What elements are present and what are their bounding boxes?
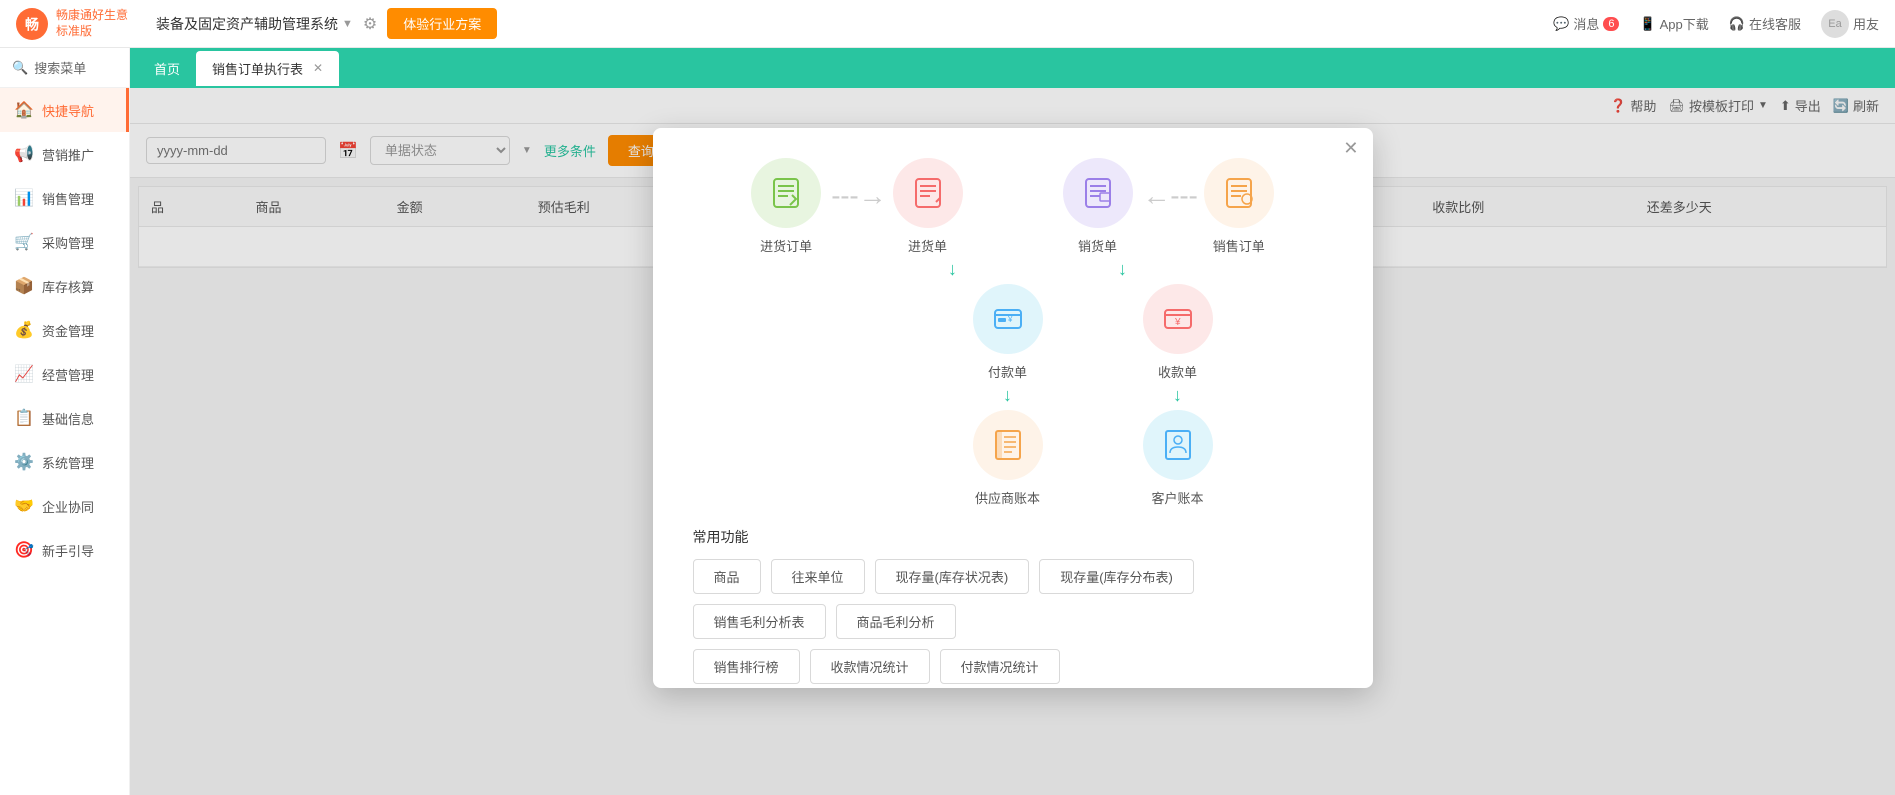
chart-icon: 📊: [14, 188, 34, 208]
settings-gear-icon[interactable]: ⚙: [363, 14, 377, 34]
system-dropdown[interactable]: 装备及固定资产辅助管理系统 ▼: [156, 14, 353, 34]
sale-bill-circle: [1063, 158, 1133, 228]
btn-payment-stats[interactable]: 付款情况统计: [940, 649, 1060, 684]
header-left: 畅 畅康通好生意 标准版 装备及固定资产辅助管理系统 ▼ ⚙ 体验行业方案: [16, 8, 497, 40]
logo-text: 畅康通好生意 标准版: [56, 8, 128, 39]
btn-product-profit-analysis[interactable]: 商品毛利分析: [836, 604, 956, 639]
purchase-bill-label: 进货单: [908, 236, 947, 255]
money-icon: 💰: [14, 320, 34, 340]
headset-icon: 🎧: [1729, 16, 1745, 32]
svg-text:¥: ¥: [1007, 315, 1013, 324]
btn-trading-partner[interactable]: 往来单位: [771, 559, 865, 594]
tab-home[interactable]: 首页: [138, 51, 196, 86]
search-menu[interactable]: 🔍 搜索菜单: [0, 48, 129, 88]
flow-node-purchase-order[interactable]: 进货订单: [751, 158, 821, 255]
modal-overlay: ✕ 进货订单: [130, 88, 1895, 795]
trend-icon: 📈: [14, 364, 34, 384]
purchase-order-circle: [751, 158, 821, 228]
sidebar-item-purchase[interactable]: 🛒 采购管理: [0, 220, 129, 264]
message-btn[interactable]: 💬 消息 6: [1553, 14, 1619, 33]
sidebar-item-marketing[interactable]: 📢 营销推广: [0, 132, 129, 176]
content-area: ❓ 帮助 🖨 按模板打印 ▼ ⬆ 导出 🔄 刷新: [130, 88, 1895, 795]
megaphone-icon: 📢: [14, 144, 34, 164]
sidebar-item-quick-nav[interactable]: 🏠 快捷导航: [0, 88, 129, 132]
payment-circle: ¥: [973, 284, 1043, 354]
message-icon: 💬: [1553, 16, 1569, 32]
btn-sales-ranking[interactable]: 销售排行榜: [693, 649, 800, 684]
sidebar-item-inventory[interactable]: 📦 库存核算: [0, 264, 129, 308]
flow-node-payment[interactable]: ¥ 付款单: [973, 284, 1043, 381]
list-icon: 📋: [14, 408, 34, 428]
common-buttons-row2: 销售排行榜 收款情况统计 付款情况统计: [693, 649, 1333, 684]
supplier-ledger-label: 供应商账本: [975, 488, 1040, 507]
flow-node-sale-order[interactable]: 销售订单: [1204, 158, 1274, 255]
box-icon: 📦: [14, 276, 34, 296]
sale-order-circle: [1204, 158, 1274, 228]
flow-node-customer-ledger[interactable]: 客户账本: [1143, 410, 1213, 507]
online-service-btn[interactable]: 🎧 在线客服: [1729, 14, 1801, 33]
customer-ledger-circle: [1143, 410, 1213, 480]
flow-node-supplier-ledger[interactable]: 供应商账本: [973, 410, 1043, 507]
message-badge: 6: [1603, 17, 1619, 31]
modal: ✕ 进货订单: [653, 128, 1373, 688]
sidebar: 🔍 搜索菜单 🏠 快捷导航 📢 营销推广 📊 销售管理 🛒 采购管理 📦 库存核…: [0, 48, 130, 795]
flow-node-sale-bill[interactable]: 销货单: [1063, 158, 1133, 255]
btn-receipt-stats[interactable]: 收款情况统计: [810, 649, 930, 684]
tab-sales-order[interactable]: 销售订单执行表 ✕: [196, 51, 339, 86]
app-download-btn[interactable]: 📱 App下载: [1639, 14, 1708, 33]
supplier-ledger-circle: [973, 410, 1043, 480]
receipt-label: 收款单: [1158, 362, 1197, 381]
logo-area: 畅 畅康通好生意 标准版: [16, 8, 146, 40]
sidebar-item-system[interactable]: ⚙️ 系统管理: [0, 440, 129, 484]
flow-node-receipt[interactable]: ¥ 收款单: [1143, 284, 1213, 381]
mobile-icon: 📱: [1639, 16, 1655, 32]
home-icon: 🏠: [14, 100, 34, 120]
sale-order-label: 销售订单: [1213, 236, 1265, 255]
purchase-bill-circle: [893, 158, 963, 228]
header-actions: 💬 消息 6 📱 App下载 🎧 在线客服 Ea 用友: [1553, 10, 1879, 38]
btn-current-stock-dist[interactable]: 现存量(库存分布表): [1039, 559, 1194, 594]
sidebar-item-sales[interactable]: 📊 销售管理: [0, 176, 129, 220]
common-buttons-row1: 商品 往来单位 现存量(库存状况表) 现存量(库存分布表) 销售毛利分析表 商品…: [693, 559, 1333, 639]
customer-ledger-label: 客户账本: [1151, 488, 1203, 507]
tab-bar: 首页 销售订单执行表 ✕: [130, 48, 1895, 88]
handshake-icon: 🤝: [14, 496, 34, 516]
sidebar-item-management[interactable]: 📈 经营管理: [0, 352, 129, 396]
svg-text:畅: 畅: [25, 16, 39, 32]
purchase-order-label: 进货订单: [760, 236, 812, 255]
btn-product[interactable]: 商品: [693, 559, 761, 594]
payment-label: 付款单: [988, 362, 1027, 381]
user-btn[interactable]: Ea 用友: [1821, 10, 1879, 38]
modal-body: 进货订单 - - - →: [653, 128, 1373, 527]
btn-current-stock-status[interactable]: 现存量(库存状况表): [875, 559, 1030, 594]
logo-icon: 畅: [16, 8, 48, 40]
system-name: 装备及固定资产辅助管理系统: [156, 14, 338, 34]
common-section: 常用功能 商品 往来单位 现存量(库存状况表) 现存量(库存分布表) 销售毛利分…: [653, 527, 1373, 688]
try-btn[interactable]: 体验行业方案: [387, 8, 497, 39]
sale-bill-label: 销货单: [1078, 236, 1117, 255]
search-icon: 🔍: [12, 60, 28, 76]
common-functions-title: 常用功能: [693, 527, 1333, 547]
sidebar-item-finance[interactable]: 💰 资金管理: [0, 308, 129, 352]
layout: 🔍 搜索菜单 🏠 快捷导航 📢 营销推广 📊 销售管理 🛒 采购管理 📦 库存核…: [0, 48, 1895, 795]
cart-icon: 🛒: [14, 232, 34, 252]
btn-sales-profit-analysis[interactable]: 销售毛利分析表: [693, 604, 826, 639]
modal-close-icon[interactable]: ✕: [1343, 138, 1358, 159]
target-icon: 🎯: [14, 540, 34, 560]
chevron-down-icon: ▼: [342, 18, 353, 30]
receipt-circle: ¥: [1143, 284, 1213, 354]
top-header: 畅 畅康通好生意 标准版 装备及固定资产辅助管理系统 ▼ ⚙ 体验行业方案 💬 …: [0, 0, 1895, 48]
sidebar-item-basic-info[interactable]: 📋 基础信息: [0, 396, 129, 440]
sidebar-item-guide[interactable]: 🎯 新手引导: [0, 528, 129, 572]
flow-node-purchase-bill[interactable]: 进货单: [893, 158, 963, 255]
main-content: 首页 销售订单执行表 ✕ ❓ 帮助 🖨 按模板打印 ▼: [130, 48, 1895, 795]
sidebar-item-enterprise[interactable]: 🤝 企业协同: [0, 484, 129, 528]
avatar: Ea: [1821, 10, 1849, 38]
gear-icon: ⚙️: [14, 452, 34, 472]
tab-close-icon[interactable]: ✕: [313, 61, 323, 75]
svg-text:¥: ¥: [1174, 317, 1181, 328]
